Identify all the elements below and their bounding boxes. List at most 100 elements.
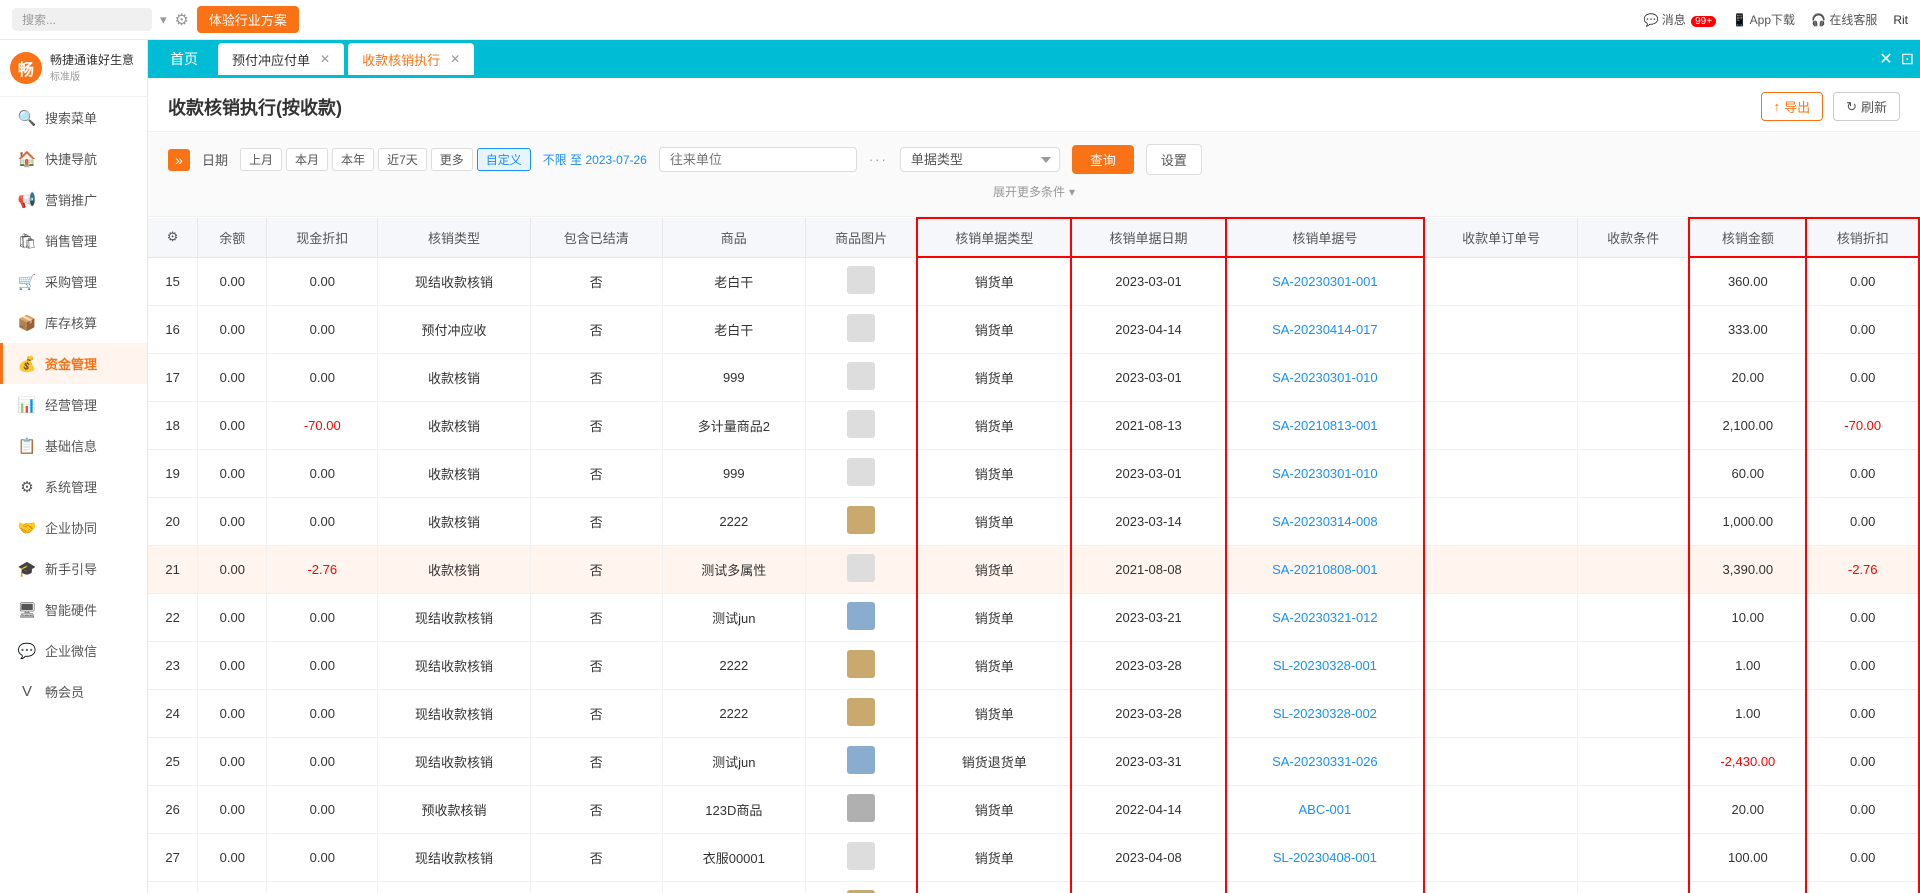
cell-writeoff-doc-no[interactable]: SA-20230331-026 [1226,737,1424,785]
message-label: 消息 [1662,13,1686,27]
cell-cash-discount: 0.00 [267,593,378,641]
close-window-icon[interactable]: ✕ [1879,49,1892,69]
tab-prepay[interactable]: 预付冲应付单 ✕ [218,43,344,75]
writeoff-doc-link[interactable]: SA-20230301-010 [1272,466,1378,481]
message-area[interactable]: 💬 消息 99+ [1643,11,1716,28]
cell-writeoff-doc-type: 销货退货单 [917,737,1071,785]
sidebar-item-basic[interactable]: 📋 基础信息 [0,425,147,466]
cell-writeoff-doc-no[interactable]: SL-20230408-001 [1226,833,1424,881]
cell-receipt-condition [1578,257,1690,305]
date-btn-last-month[interactable]: 上月 [240,148,282,171]
cell-id: 17 [148,353,198,401]
cell-writeoff-doc-no[interactable]: SA-20210813-001 [1226,401,1424,449]
cell-writeoff-doc-no[interactable]: SL-20230328-001 [1226,641,1424,689]
writeoff-doc-link[interactable]: SA-20230321-012 [1272,610,1378,625]
cell-writeoff-doc-no[interactable]: SA-20230414-017 [1226,305,1424,353]
cell-writeoff-doc-no[interactable]: SA-20230321-012 [1226,593,1424,641]
sidebar-label-wechat: 企业微信 [45,641,97,660]
cell-cash-discount: 0.00 [267,881,378,893]
writeoff-doc-link[interactable]: SA-20230331-026 [1272,754,1378,769]
cell-writeoff-discount: 0.00 [1806,257,1919,305]
hardware-icon: 🖥 [17,601,37,619]
cell-include-settled: 否 [530,257,662,305]
export-button[interactable]: ↑ 导出 [1761,92,1824,121]
date-btn-custom[interactable]: 自定义 [477,148,531,171]
setting-button[interactable]: 设置 [1146,144,1202,175]
sidebar-item-capital[interactable]: 💰 资金管理 [0,343,147,384]
sidebar-item-corp[interactable]: 🤝 企业协同 [0,507,147,548]
writeoff-doc-link[interactable]: SA-20230301-001 [1272,274,1378,289]
cell-writeoff-discount: -70.00 [1806,401,1919,449]
tab-collection-close[interactable]: ✕ [450,52,460,66]
cell-writeoff-discount: 0.00 [1806,641,1919,689]
writeoff-doc-link[interactable]: SA-20210808-001 [1272,562,1378,577]
cell-writeoff-doc-no[interactable]: SA-20230301-010 [1226,449,1424,497]
cell-writeoff-doc-no[interactable]: SA-20230314-008 [1226,497,1424,545]
writeoff-doc-link[interactable]: SL-20230328-002 [1273,706,1377,721]
search-box[interactable]: 搜索... [12,8,152,31]
industry-btn[interactable]: 体验行业方案 [197,6,299,33]
sidebar-item-vip[interactable]: V 畅会员 [0,671,147,712]
cell-receipt-condition [1578,785,1690,833]
writeoff-doc-link[interactable]: SA-20230314-008 [1272,514,1378,529]
logo-icon: 畅 [10,52,42,84]
th-settings[interactable]: ⚙ [148,218,198,257]
filter-collapse-btn[interactable]: » [168,149,190,171]
cell-writeoff-doc-no[interactable]: SA-20210808-001 [1226,545,1424,593]
sidebar-item-marketing[interactable]: 📢 营销推广 [0,179,147,220]
cell-writeoff-doc-no[interactable]: SA-20230301-001 [1226,257,1424,305]
cell-product: 老白干 [662,257,805,305]
cell-writeoff-amount: 20.00 [1689,785,1806,833]
writeoff-doc-link[interactable]: SA-20210813-001 [1272,418,1378,433]
cell-writeoff-amount: 1.00 [1689,689,1806,737]
table-row-28: 28 0.00 0.00 现结收款核销 否 2222 销货单 2023-04-1… [148,881,1919,893]
cell-writeoff-doc-no[interactable]: SL-20230328-002 [1226,689,1424,737]
cell-writeoff-doc-no[interactable]: SL-20230418-001 [1226,881,1424,893]
writeoff-doc-link[interactable]: SA-20230414-017 [1272,322,1378,337]
sidebar-item-hardware[interactable]: 🖥 智能硬件 [0,589,147,630]
tab-home[interactable]: 首页 [154,40,214,78]
gear-icon[interactable]: ⚙ [175,10,189,30]
date-btn-this-year[interactable]: 本年 [332,148,374,171]
product-image [847,506,875,534]
query-button[interactable]: 查询 [1072,145,1134,174]
online-service[interactable]: 🎧 在线客服 [1811,11,1877,28]
cell-writeoff-type: 现结收款核销 [378,833,531,881]
writeoff-doc-link[interactable]: SL-20230408-001 [1273,850,1377,865]
user-label[interactable]: Rit [1893,13,1908,27]
product-image [847,362,875,390]
expand-icon[interactable]: ⊡ [1901,49,1914,69]
date-btn-this-month[interactable]: 本月 [286,148,328,171]
cell-receipt-order-no [1424,593,1577,641]
tab-prepay-close[interactable]: ✕ [320,52,330,66]
sidebar-item-guide[interactable]: 🎓 新手引导 [0,548,147,589]
date-btn-more[interactable]: 更多 [431,148,473,171]
cell-id: 15 [148,257,198,305]
date-filter-label: 日期 [202,150,228,169]
expand-more-conditions[interactable]: 展开更多条件 ▾ [168,183,1900,200]
writeoff-doc-link[interactable]: SA-20230301-010 [1272,370,1378,385]
date-btn-7days[interactable]: 近7天 [378,148,427,171]
sidebar-item-sales[interactable]: 🛍 销售管理 [0,220,147,261]
sidebar-item-wechat[interactable]: 💬 企业微信 [0,630,147,671]
sidebar-item-quick[interactable]: 🏠 快捷导航 [0,138,147,179]
sidebar-item-inventory[interactable]: 📦 库存核算 [0,302,147,343]
sidebar-label-marketing: 营销推广 [45,190,97,209]
app-download[interactable]: 📱 App下载 [1732,11,1795,28]
sidebar-item-system[interactable]: ⚙ 系统管理 [0,466,147,507]
from-unit-input[interactable] [659,147,857,172]
cell-writeoff-doc-no[interactable]: SA-20230301-010 [1226,353,1424,401]
single-doc-type-select[interactable]: 单据类型 [900,147,1060,172]
cell-include-settled: 否 [530,641,662,689]
cell-writeoff-amount: 100.00 [1689,833,1806,881]
writeoff-doc-link[interactable]: ABC-001 [1299,802,1352,817]
cell-writeoff-doc-no[interactable]: ABC-001 [1226,785,1424,833]
sidebar-item-purchase[interactable]: 🛒 采购管理 [0,261,147,302]
writeoff-doc-link[interactable]: SL-20230328-001 [1273,658,1377,673]
cell-product: 测试多属性 [662,545,805,593]
tab-collection[interactable]: 收款核销执行 ✕ [348,43,474,75]
sidebar-item-ops[interactable]: 📊 经营管理 [0,384,147,425]
sidebar-item-search[interactable]: 🔍 搜索菜单 [0,97,147,138]
refresh-button[interactable]: ↻ 刷新 [1833,92,1900,121]
cell-include-settled: 否 [530,353,662,401]
